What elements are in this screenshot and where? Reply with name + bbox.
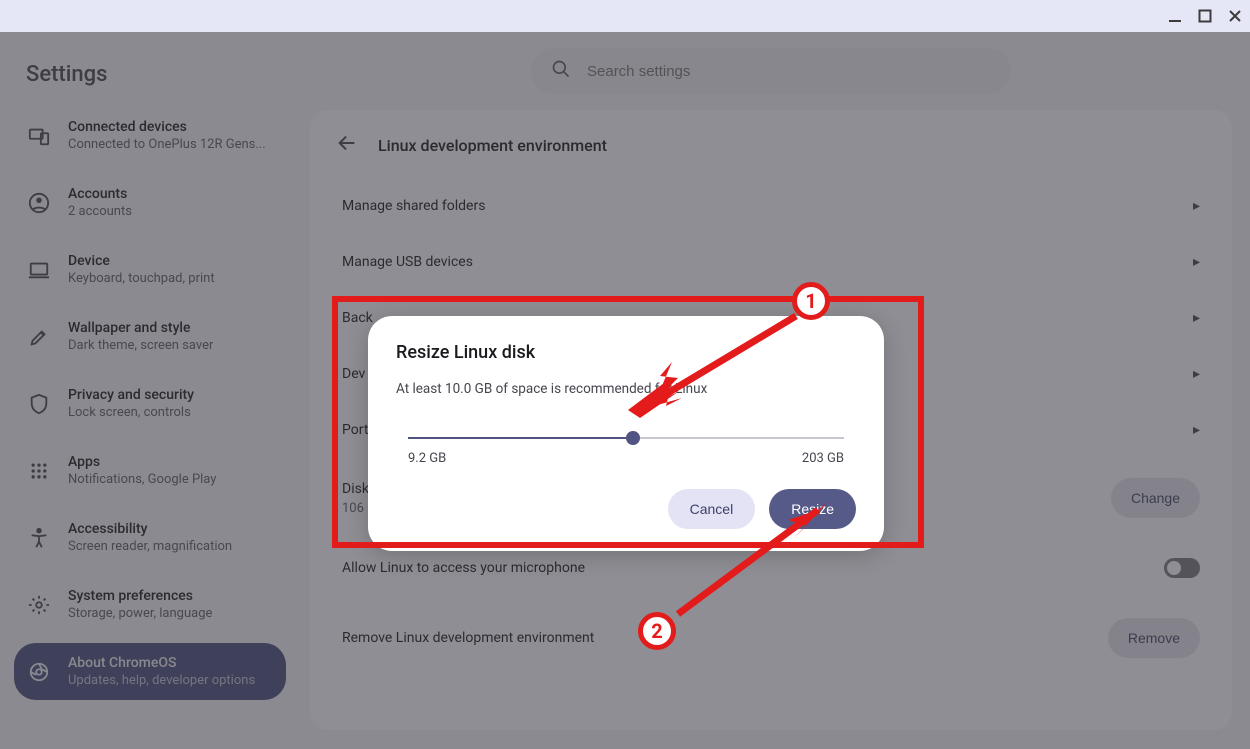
slider-thumb[interactable] <box>626 431 640 445</box>
slider-min-label: 9.2 GB <box>408 451 446 466</box>
maximize-icon[interactable] <box>1198 9 1212 23</box>
slider-max-label: 203 GB <box>802 451 844 466</box>
slider-fill <box>408 437 632 439</box>
minimize-icon[interactable] <box>1168 9 1182 23</box>
close-icon[interactable] <box>1228 9 1242 23</box>
window-titlebar <box>0 0 1250 32</box>
resize-dialog: Resize Linux disk At least 10.0 GB of sp… <box>368 316 884 551</box>
resize-button[interactable]: Resize <box>769 489 856 529</box>
app-root: Settings Connected devices Connected to … <box>0 32 1250 749</box>
dialog-title: Resize Linux disk <box>396 342 856 363</box>
disk-size-slider[interactable]: 9.2 GB 203 GB <box>396 427 856 473</box>
cancel-button[interactable]: Cancel <box>668 489 756 529</box>
dialog-description: At least 10.0 GB of space is recommended… <box>396 381 856 397</box>
